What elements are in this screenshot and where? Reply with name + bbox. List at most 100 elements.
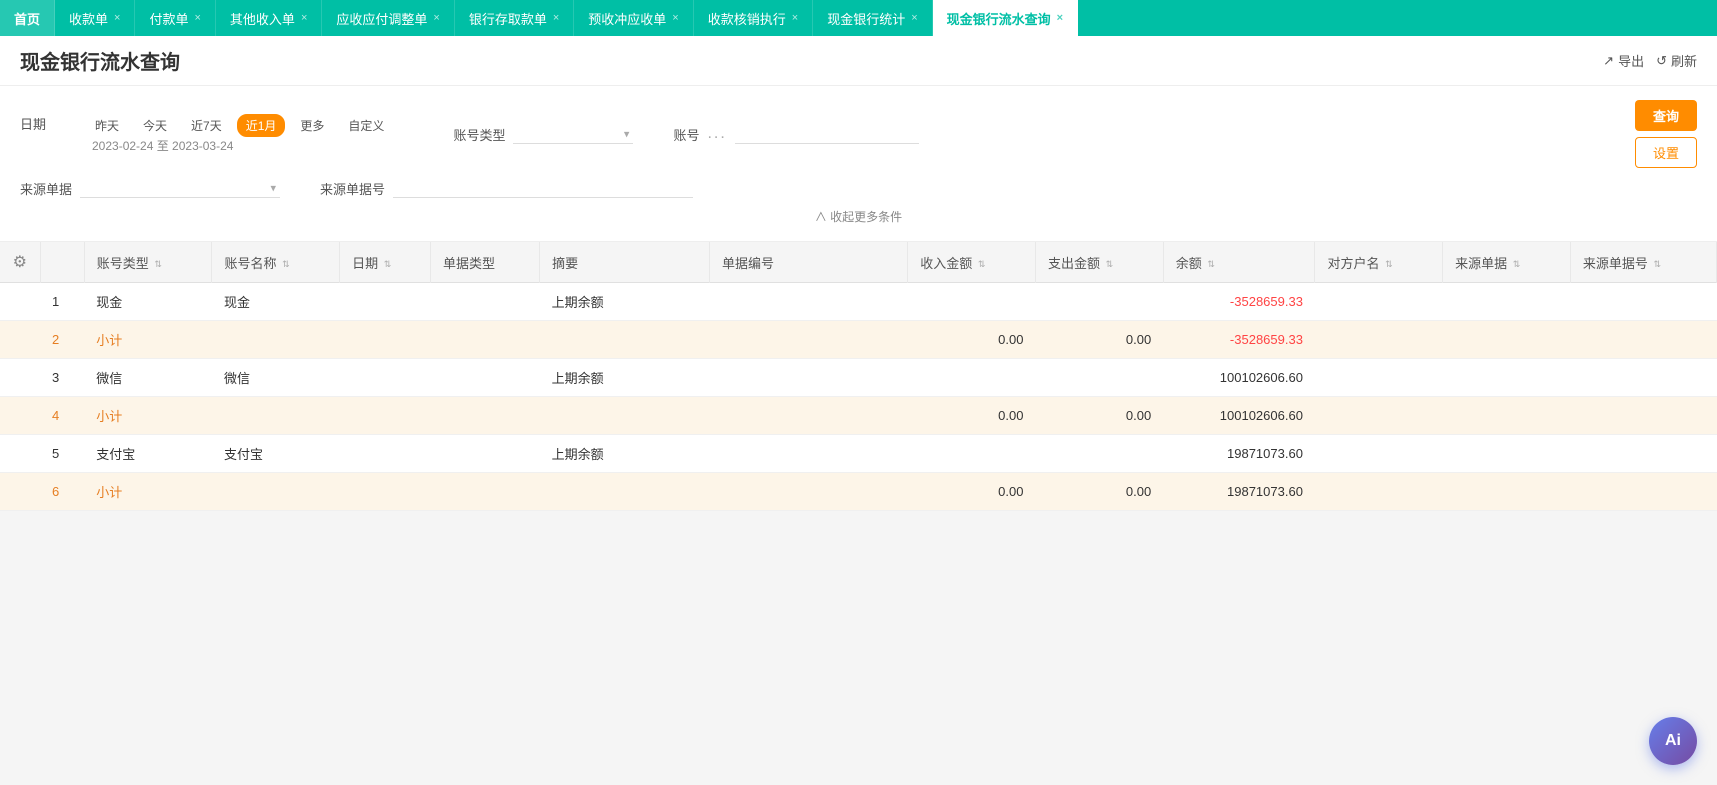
- cell-source-doc: [1443, 321, 1571, 359]
- date-btn-last1m[interactable]: 近1月: [237, 114, 286, 137]
- account-type-select-wrapper[interactable]: 现金 微信 支付宝: [513, 124, 633, 144]
- refresh-icon: ↺: [1656, 53, 1667, 69]
- filter-row-1: 日期 昨天 今天 近7天 近1月 更多 自定义 2023-02-24 至 202…: [20, 100, 1697, 168]
- date-range: 2023-02-24 至 2023-03-24: [92, 137, 393, 154]
- close-pre-offset[interactable]: ×: [672, 12, 678, 24]
- cell-account-type: 支付宝: [84, 435, 212, 473]
- refresh-button[interactable]: ↺ 刷新: [1656, 51, 1697, 70]
- date-btn-yesterday[interactable]: 昨天: [86, 114, 128, 137]
- cell-source-doc: [1443, 283, 1571, 321]
- export-button[interactable]: ↗ 导出: [1603, 51, 1644, 70]
- th-source-doc[interactable]: 来源单据 ⇅: [1443, 242, 1571, 283]
- cell-summary: 上期余额: [540, 359, 710, 397]
- nav-payment[interactable]: 付款单 ×: [135, 0, 215, 36]
- cell-income: 0.00: [908, 321, 1036, 359]
- date-btn-more[interactable]: 更多: [291, 114, 333, 137]
- cell-doc-no: [710, 321, 908, 359]
- cell-balance: 100102606.60: [1163, 359, 1315, 397]
- th-account-name[interactable]: 账号名称 ⇅: [212, 242, 340, 283]
- cell-settings: [0, 473, 40, 511]
- cell-balance: -3528659.33: [1163, 283, 1315, 321]
- cell-source-doc: [1443, 397, 1571, 435]
- column-settings-icon[interactable]: ⚙: [13, 254, 27, 271]
- th-account-type[interactable]: 账号类型 ⇅: [84, 242, 212, 283]
- date-btn-custom[interactable]: 自定义: [339, 114, 393, 137]
- cell-source-doc-no: [1570, 473, 1716, 511]
- date-btn-last7[interactable]: 近7天: [182, 114, 231, 137]
- data-table: ⚙ 账号类型 ⇅ 账号名称 ⇅ 日期 ⇅ 单据类型 摘要 单据编号 收入金额 ⇅…: [0, 242, 1717, 511]
- cell-index: 4: [40, 397, 84, 435]
- th-balance[interactable]: 余额 ⇅: [1163, 242, 1315, 283]
- close-cash-bank-stat[interactable]: ×: [911, 12, 917, 24]
- cell-expense: [1035, 359, 1163, 397]
- close-ap-adjust[interactable]: ×: [433, 12, 439, 24]
- th-counterparty[interactable]: 对方户名 ⇅: [1315, 242, 1443, 283]
- account-type-select[interactable]: 现金 微信 支付宝: [513, 124, 633, 144]
- cell-date: [340, 321, 431, 359]
- account-input[interactable]: [735, 124, 919, 144]
- query-button[interactable]: 查询: [1635, 100, 1697, 131]
- cell-index: 5: [40, 435, 84, 473]
- cell-doc-type: [431, 435, 540, 473]
- table-row: 5 支付宝 支付宝 上期余额 19871073.60: [0, 435, 1717, 473]
- th-doc-no: 单据编号: [710, 242, 908, 283]
- cell-counterparty: [1315, 473, 1443, 511]
- sort-balance-icon: ⇅: [1207, 259, 1215, 270]
- th-doc-type: 单据类型: [431, 242, 540, 283]
- close-collection-exec[interactable]: ×: [792, 12, 798, 24]
- date-btn-today[interactable]: 今天: [134, 114, 176, 137]
- cell-date: [340, 283, 431, 321]
- cell-income: [908, 283, 1036, 321]
- nav-other-income[interactable]: 其他收入单 ×: [216, 0, 322, 36]
- th-settings[interactable]: ⚙: [0, 242, 40, 283]
- close-receipt[interactable]: ×: [114, 12, 120, 24]
- cell-doc-type: [431, 473, 540, 511]
- settings-button[interactable]: 设置: [1635, 137, 1697, 168]
- nav-bank-deposit[interactable]: 银行存取款单 ×: [455, 0, 574, 36]
- nav-cash-bank-flow[interactable]: 现金银行流水查询 ×: [933, 0, 1078, 36]
- cell-counterparty: [1315, 397, 1443, 435]
- account-type-field: 账号类型 现金 微信 支付宝: [453, 124, 633, 144]
- cell-source-doc-no: [1570, 283, 1716, 321]
- top-nav: 首页 收款单 × 付款单 × 其他收入单 × 应收应付调整单 × 银行存取款单 …: [0, 0, 1717, 36]
- cell-income: 0.00: [908, 473, 1036, 511]
- nav-receipt[interactable]: 收款单 ×: [55, 0, 135, 36]
- cell-account-type: 微信: [84, 359, 212, 397]
- th-expense[interactable]: 支出金额 ⇅: [1035, 242, 1163, 283]
- sort-date-icon: ⇅: [384, 259, 392, 270]
- close-bank-deposit[interactable]: ×: [553, 12, 559, 24]
- cell-summary: [540, 473, 710, 511]
- ai-button[interactable]: Ai: [1649, 717, 1697, 765]
- cell-account-type: 现金: [84, 283, 212, 321]
- close-other-income[interactable]: ×: [301, 12, 307, 24]
- close-cash-bank-flow[interactable]: ×: [1057, 12, 1063, 24]
- th-date[interactable]: 日期 ⇅: [340, 242, 431, 283]
- cell-doc-type: [431, 397, 540, 435]
- nav-cash-bank-stat[interactable]: 现金银行统计 ×: [813, 0, 932, 36]
- cell-source-doc: [1443, 473, 1571, 511]
- table-header-row: ⚙ 账号类型 ⇅ 账号名称 ⇅ 日期 ⇅ 单据类型 摘要 单据编号 收入金额 ⇅…: [0, 242, 1717, 283]
- sort-income-icon: ⇅: [978, 259, 986, 270]
- th-source-doc-no[interactable]: 来源单据号 ⇅: [1570, 242, 1716, 283]
- nav-pre-offset[interactable]: 预收冲应收单 ×: [574, 0, 693, 36]
- source-doc-no-input[interactable]: [393, 178, 693, 198]
- nav-ap-adjust[interactable]: 应收应付调整单 ×: [322, 0, 454, 36]
- cell-source-doc-no: [1570, 321, 1716, 359]
- page-title: 现金银行流水查询: [20, 46, 180, 75]
- source-doc-select-wrapper[interactable]: [80, 178, 280, 198]
- cell-index: 3: [40, 359, 84, 397]
- header-actions: ↗ 导出 ↺ 刷新: [1603, 51, 1697, 70]
- collapse-bar[interactable]: ∧ 收起更多条件: [20, 204, 1697, 233]
- cell-account-type: 小计: [84, 321, 212, 359]
- cell-account-name: [212, 321, 340, 359]
- cell-index: 1: [40, 283, 84, 321]
- sort-account-name-icon: ⇅: [282, 259, 290, 270]
- th-income[interactable]: 收入金额 ⇅: [908, 242, 1036, 283]
- cell-settings: [0, 283, 40, 321]
- nav-home[interactable]: 首页: [0, 0, 55, 36]
- nav-collection-exec[interactable]: 收款核销执行 ×: [694, 0, 813, 36]
- close-payment[interactable]: ×: [194, 12, 200, 24]
- cell-summary: 上期余额: [540, 435, 710, 473]
- source-doc-select[interactable]: [80, 178, 280, 198]
- account-dots-btn[interactable]: ...: [707, 125, 726, 143]
